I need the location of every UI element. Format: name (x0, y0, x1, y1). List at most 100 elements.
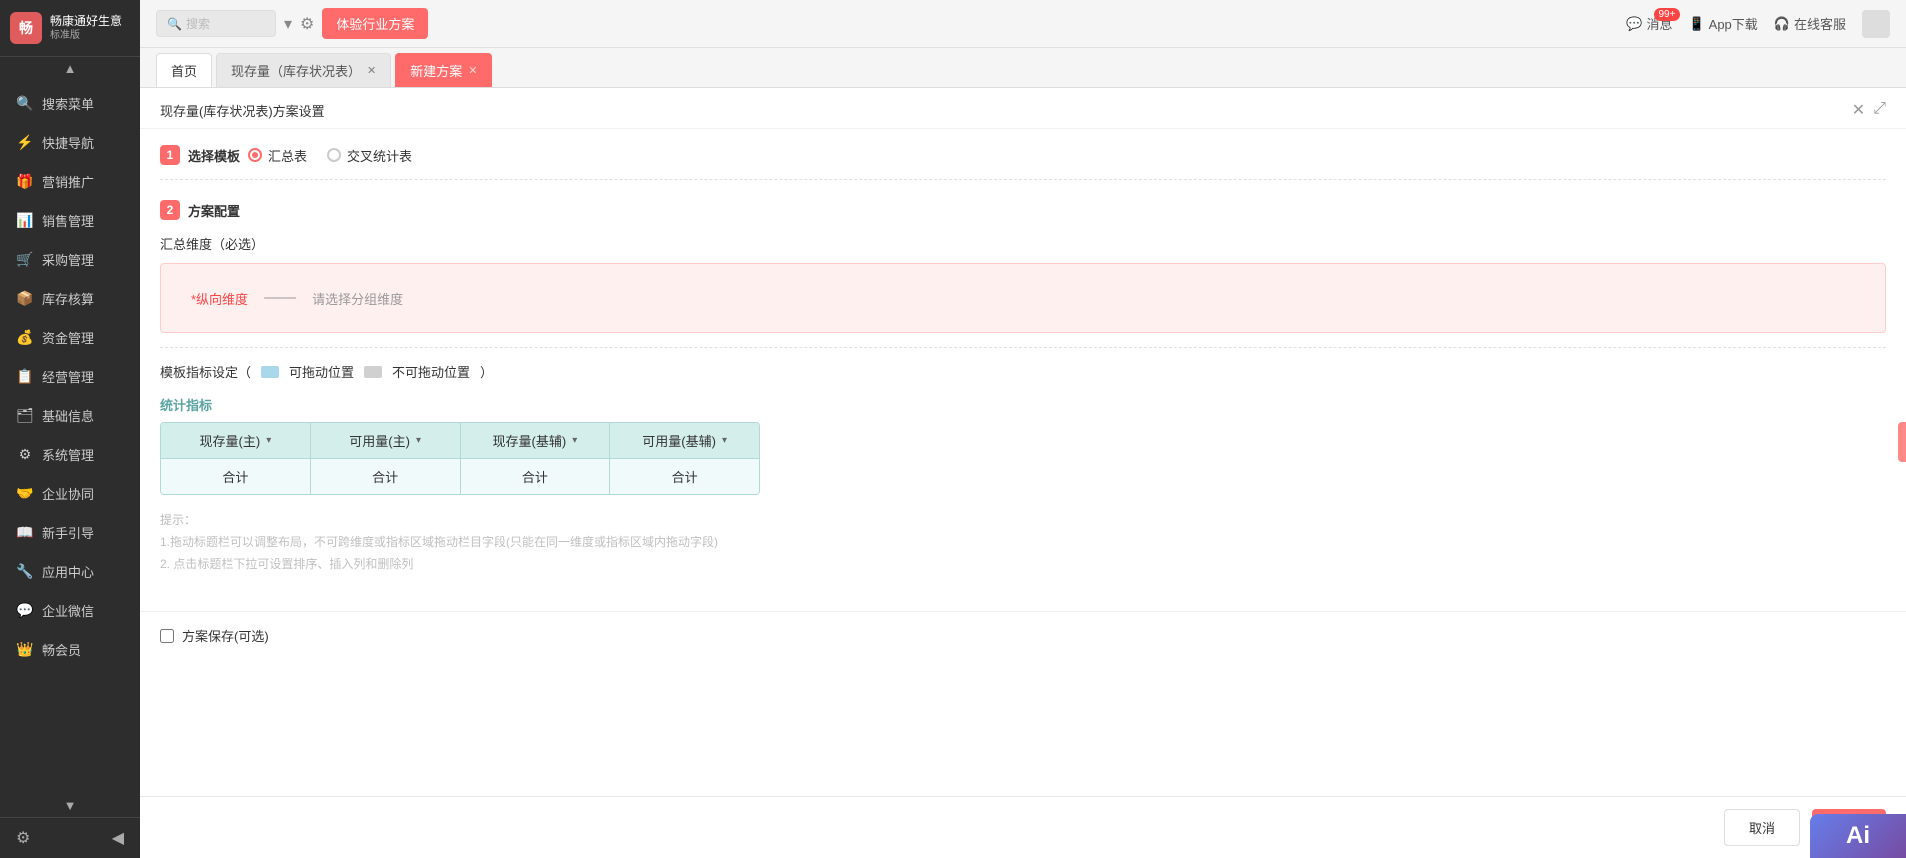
radio-cross[interactable]: 交叉统计表 (327, 146, 412, 165)
sidebar-item-sales[interactable]: 📊 销售管理 (0, 201, 140, 240)
marketing-icon: 🎁 (16, 173, 34, 191)
sidebar-item-marketing[interactable]: 🎁 营销推广 (0, 162, 140, 201)
tab-new-scheme[interactable]: 新建方案 ✕ (395, 53, 492, 87)
stats-table: 现存量(主) ▾ 可用量(主) ▾ 现存量(基辅) ▾ (160, 422, 760, 495)
stats-data-col1: 合计 (161, 459, 311, 494)
step1-label: 选择模板 (188, 146, 240, 165)
sidebar-item-search[interactable]: 🔍 搜索菜单 (0, 84, 140, 123)
sidebar-item-label: 经营管理 (42, 367, 94, 386)
step1-title-row: 1 选择模板 汇总表 交叉统计表 (160, 145, 1886, 165)
sidebar-item-appcenter[interactable]: 🔧 应用中心 (0, 552, 140, 591)
dimension-area[interactable]: *纵向维度 —— 请选择分组维度 (160, 263, 1886, 333)
col2-chevron[interactable]: ▾ (416, 435, 421, 446)
user-avatar[interactable] (1862, 10, 1890, 38)
sidebar-scroll-down[interactable]: ▼ (0, 794, 140, 817)
panel-header-icons: ✕ ⤢ (1852, 100, 1886, 120)
finance-icon: 💰 (16, 329, 34, 347)
radio-summary-circle (248, 148, 262, 162)
stats-header-col4[interactable]: 可用量(基辅) ▾ (610, 423, 759, 458)
sales-icon: 📊 (16, 212, 34, 230)
save-checkbox[interactable] (160, 629, 174, 643)
tab-inventory-status[interactable]: 现存量（库存状况表） ✕ (216, 53, 391, 87)
sidebar-item-newguide[interactable]: 📖 新手引导 (0, 513, 140, 552)
stats-data-col3: 合计 (461, 459, 611, 494)
topbar-left: 🔍 搜索 ▾ ⚙ 体验行业方案 (156, 8, 428, 39)
sidebar-item-basic[interactable]: 🗂 基础信息 (0, 396, 140, 435)
tab-new-scheme-close-icon[interactable]: ✕ (468, 64, 477, 77)
sidebar-item-inventory[interactable]: 📦 库存核算 (0, 279, 140, 318)
message-icon: 💬 (1626, 16, 1642, 32)
message-badge[interactable]: 💬 消息 99+ (1626, 14, 1672, 33)
settings-footer-icon[interactable]: ⚙ (16, 828, 30, 848)
tab-home[interactable]: 首页 (156, 53, 212, 87)
appcenter-icon: 🔧 (16, 563, 34, 581)
sidebar-scroll-up[interactable]: ▲ (0, 57, 140, 80)
sidebar-footer: ⚙ ◀ (0, 817, 140, 858)
sidebar-item-operations[interactable]: 📋 经营管理 (0, 357, 140, 396)
col4-chevron[interactable]: ▾ (722, 435, 727, 446)
sidebar-item-label: 采购管理 (42, 250, 94, 269)
tips-item-1: 1.拖动标题栏可以调整布局，不可跨维度或指标区域拖动栏目字段(只能在同一维度或指… (160, 532, 1886, 554)
phone-icon: 📱 (1688, 16, 1704, 32)
collapse-sidebar-icon[interactable]: ◀ (112, 828, 124, 848)
panel-title: 现存量(库存状况表)方案设置 (160, 101, 325, 120)
dimension-arrow: —— (264, 289, 296, 307)
stats-data-col2: 合计 (311, 459, 461, 494)
dimension-hint: 请选择分组维度 (312, 289, 403, 308)
step2-title-row: 2 方案配置 (160, 200, 1886, 220)
app-download-link[interactable]: 📱 App下载 (1688, 14, 1757, 33)
stats-section-label: 统计指标 (160, 395, 1886, 414)
tabbar: 首页 现存量（库存状况表） ✕ 新建方案 ✕ (140, 48, 1906, 88)
radio-summary[interactable]: 汇总表 (248, 146, 307, 165)
stats-header-col3[interactable]: 现存量(基辅) ▾ (461, 423, 611, 458)
sidebar-item-label: 营销推广 (42, 172, 94, 191)
inventory-icon: 📦 (16, 290, 34, 308)
sidebar-item-label: 销售管理 (42, 211, 94, 230)
stats-data-row: 合计 合计 合计 合计 (161, 459, 759, 494)
topbar-dropdown-icon[interactable]: ▾ (284, 14, 292, 34)
stats-header-col1[interactable]: 现存量(主) ▾ (161, 423, 311, 458)
panel-close-icon[interactable]: ✕ (1852, 100, 1865, 120)
col3-chevron[interactable]: ▾ (572, 435, 577, 446)
sidebar-item-label: 资金管理 (42, 328, 94, 347)
tips-item-2: 2. 点击标题栏下拉可设置排序、插入列和删除列 (160, 554, 1886, 576)
panel-expand-icon[interactable]: ⤢ (1873, 100, 1886, 120)
ai-badge[interactable]: Ai (1810, 814, 1906, 858)
tab-inventory-label: 现存量（库存状况表） (231, 61, 361, 80)
topbar-search-box[interactable]: 🔍 搜索 (156, 10, 276, 37)
sidebar: 畅 畅康通好生意 标准版 ▲ 🔍 搜索菜单 ⚡ 快捷导航 🎁 营销推广 📊 销售… (0, 0, 140, 858)
right-panel-handle[interactable] (1898, 422, 1906, 462)
panel-header: 现存量(库存状况表)方案设置 ✕ ⤢ (140, 88, 1906, 129)
online-support-link[interactable]: 🎧 在线客服 (1774, 14, 1846, 33)
radio-cross-circle (327, 148, 341, 162)
sidebar-item-system[interactable]: ⚙ 系统管理 (0, 435, 140, 474)
topbar: 🔍 搜索 ▾ ⚙ 体验行业方案 💬 消息 99+ 📱 App下载 🎧 在线客服 (140, 0, 1906, 48)
sidebar-item-label: 系统管理 (42, 445, 94, 464)
sidebar-item-quicknav[interactable]: ⚡ 快捷导航 (0, 123, 140, 162)
sidebar-item-label: 应用中心 (42, 562, 94, 581)
cancel-button[interactable]: 取消 (1724, 809, 1800, 846)
sidebar-item-purchase[interactable]: 🛒 采购管理 (0, 240, 140, 279)
template-radio-group: 汇总表 交叉统计表 (248, 146, 412, 165)
save-option-label: 方案保存(可选) (182, 626, 269, 645)
sidebar-item-wechat[interactable]: 💬 企业微信 (0, 591, 140, 630)
draggable-indicator (261, 366, 279, 378)
col1-chevron[interactable]: ▾ (266, 435, 271, 446)
message-count: 99+ (1654, 8, 1681, 21)
system-icon: ⚙ (16, 446, 34, 464)
panel-body: 1 选择模板 汇总表 交叉统计表 (140, 129, 1906, 611)
app-logo-icon: 畅 (10, 12, 42, 44)
purchase-icon: 🛒 (16, 251, 34, 269)
topbar-settings-icon[interactable]: ⚙ (300, 14, 314, 34)
sidebar-item-label: 新手引导 (42, 523, 94, 542)
dimension-placeholder: *纵向维度 —— 请选择分组维度 (191, 289, 403, 308)
stats-header-col2[interactable]: 可用量(主) ▾ (311, 423, 461, 458)
sidebar-item-label: 畅会员 (42, 640, 81, 659)
sidebar-item-member[interactable]: 👑 畅会员 (0, 630, 140, 669)
step1-badge: 1 (160, 145, 180, 165)
tips-title: 提示： (160, 511, 1886, 528)
sidebar-item-cooperation[interactable]: 🤝 企业协同 (0, 474, 140, 513)
trial-button[interactable]: 体验行业方案 (322, 8, 428, 39)
tab-inventory-close-icon[interactable]: ✕ (367, 64, 376, 77)
sidebar-item-finance[interactable]: 💰 资金管理 (0, 318, 140, 357)
